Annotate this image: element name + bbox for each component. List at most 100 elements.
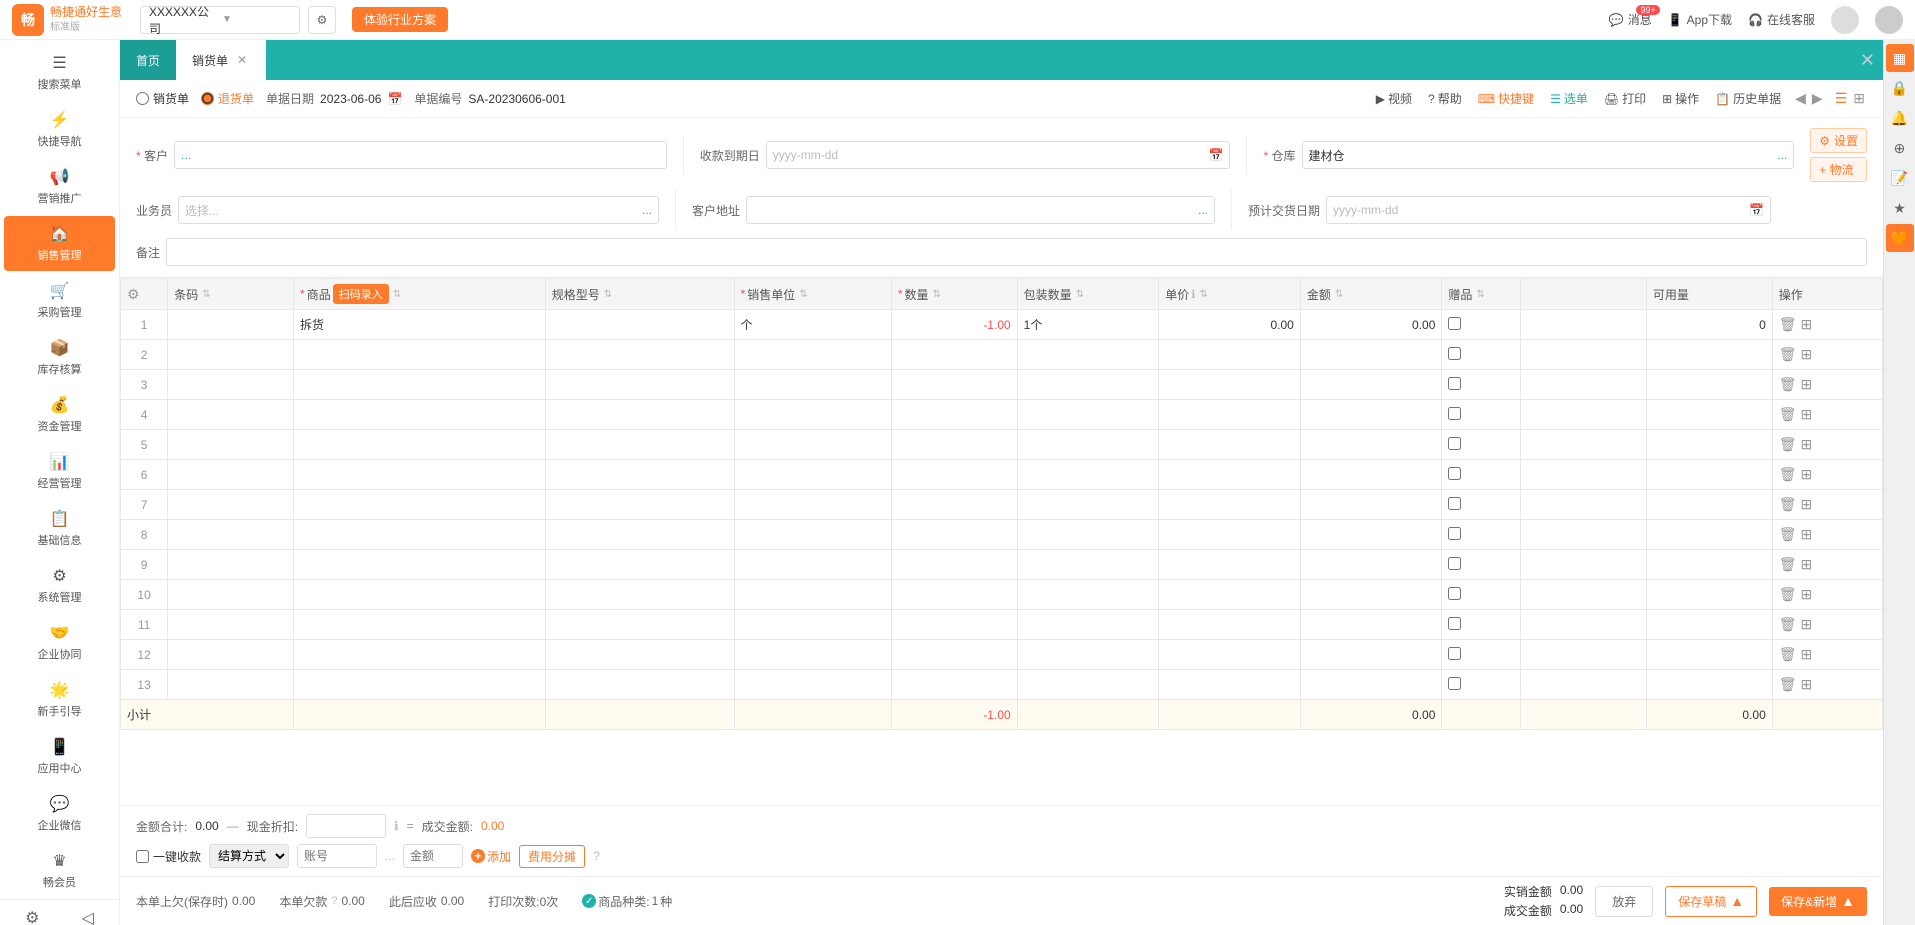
row-copy-icon[interactable]: ⊞ <box>1801 616 1813 633</box>
row-unit[interactable] <box>734 670 891 700</box>
row-product[interactable] <box>294 400 546 430</box>
row-amount[interactable] <box>1300 640 1442 670</box>
row-gift[interactable] <box>1442 460 1521 490</box>
row-copy-icon[interactable]: ⊞ <box>1801 586 1813 603</box>
row-unit[interactable] <box>734 460 891 490</box>
app-download-button[interactable]: 📱 App下载 <box>1668 11 1732 28</box>
row-product[interactable] <box>294 460 546 490</box>
row-gift[interactable] <box>1442 610 1521 640</box>
gift-checkbox[interactable] <box>1448 527 1461 540</box>
sidebar-item-basic-info[interactable]: 📋 基础信息 <box>4 501 115 556</box>
pkg-sort-icon[interactable]: ⇅ <box>1076 289 1084 300</box>
row-unit[interactable] <box>734 340 891 370</box>
gift-checkbox[interactable] <box>1448 617 1461 630</box>
row-amount[interactable]: 0.00 <box>1300 310 1442 340</box>
unit-price-info-icon[interactable]: ℹ <box>1191 288 1195 301</box>
row-product[interactable] <box>294 580 546 610</box>
product-type-link[interactable]: ✓ 商品种类: 1 种 <box>582 893 672 910</box>
row-copy-icon[interactable]: ⊞ <box>1801 466 1813 483</box>
row-gift[interactable] <box>1442 670 1521 700</box>
unit-sort-icon[interactable]: ⇅ <box>799 289 807 300</box>
grid-view-icon[interactable]: ⊞ <box>1851 88 1867 109</box>
row-note[interactable] <box>1521 490 1647 520</box>
setup-button[interactable]: ⚙ 设置 <box>1810 128 1867 153</box>
row-barcode[interactable] <box>168 640 294 670</box>
row-note[interactable] <box>1521 520 1647 550</box>
calendar-icon[interactable]: 📅 <box>387 92 402 106</box>
row-qty[interactable] <box>891 340 1017 370</box>
row-gift[interactable] <box>1442 400 1521 430</box>
customer-address-input[interactable]: ... <box>746 196 1215 224</box>
row-copy-icon[interactable]: ⊞ <box>1801 646 1813 663</box>
row-amount[interactable] <box>1300 490 1442 520</box>
row-pkg-qty[interactable] <box>1017 370 1159 400</box>
row-gift[interactable] <box>1442 340 1521 370</box>
row-amount[interactable] <box>1300 460 1442 490</box>
row-pkg-qty[interactable]: 1个 <box>1017 310 1159 340</box>
row-unit-price[interactable] <box>1159 580 1301 610</box>
tab-sales-order[interactable]: 销货单 ✕ <box>176 40 266 80</box>
row-unit-price[interactable] <box>1159 430 1301 460</box>
cash-discount-info-icon[interactable]: ℹ <box>394 819 399 833</box>
row-copy-icon[interactable]: ⊞ <box>1801 526 1813 543</box>
row-qty[interactable] <box>891 370 1017 400</box>
remarks-input[interactable] <box>166 238 1867 266</box>
row-amount[interactable] <box>1300 520 1442 550</box>
expected-delivery-calendar-icon[interactable]: 📅 <box>1749 203 1764 217</box>
account-input[interactable] <box>297 844 377 868</box>
save-new-arrow-icon[interactable]: ▲ <box>1841 893 1855 909</box>
row-pkg-qty[interactable] <box>1017 520 1159 550</box>
row-pkg-qty[interactable] <box>1017 640 1159 670</box>
row-qty[interactable]: -1.00 <box>891 310 1017 340</box>
row-gift[interactable] <box>1442 580 1521 610</box>
gift-checkbox[interactable] <box>1448 557 1461 570</box>
gift-checkbox[interactable] <box>1448 497 1461 510</box>
row-gift[interactable] <box>1442 520 1521 550</box>
right-panel-btn-4[interactable]: ⊕ <box>1886 134 1914 162</box>
customer-address-dots[interactable]: ... <box>1198 203 1208 217</box>
row-barcode[interactable] <box>168 310 294 340</box>
row-barcode[interactable] <box>168 580 294 610</box>
row-unit[interactable] <box>734 430 891 460</box>
gift-checkbox[interactable] <box>1448 647 1461 660</box>
row-barcode[interactable] <box>168 340 294 370</box>
amount-input[interactable] <box>403 844 463 868</box>
row-qty[interactable] <box>891 490 1017 520</box>
sidebar-item-system[interactable]: ⚙ 系统管理 <box>4 558 115 613</box>
right-panel-btn-1[interactable]: ▦ <box>1886 44 1914 72</box>
row-copy-icon[interactable]: ⊞ <box>1801 436 1813 453</box>
row-amount[interactable] <box>1300 400 1442 430</box>
row-product[interactable] <box>294 610 546 640</box>
row-spec[interactable] <box>545 430 734 460</box>
row-amount[interactable] <box>1300 580 1442 610</box>
row-product[interactable] <box>294 640 546 670</box>
list-view-icon[interactable]: ☰ <box>1833 88 1850 109</box>
sidebar-item-sales[interactable]: 🏠 销售管理 <box>4 216 115 271</box>
row-product[interactable] <box>294 520 546 550</box>
add-payment-button[interactable]: + 添加 <box>471 848 511 865</box>
settlement-method-select[interactable]: 结算方式 <box>209 844 289 868</box>
row-amount[interactable] <box>1300 670 1442 700</box>
row-product[interactable] <box>294 550 546 580</box>
row-unit[interactable] <box>734 520 891 550</box>
print-btn[interactable]: 🖨 打印 <box>1600 88 1650 109</box>
prev-icon[interactable]: ◀ <box>1793 88 1808 109</box>
row-pkg-qty[interactable] <box>1017 340 1159 370</box>
row-delete-icon[interactable]: 🗑 <box>1779 436 1797 453</box>
customer-dots[interactable]: ... <box>181 148 191 162</box>
row-qty[interactable] <box>891 460 1017 490</box>
row-note[interactable] <box>1521 370 1647 400</box>
row-delete-icon[interactable]: 🗑 <box>1779 376 1797 393</box>
row-spec[interactable] <box>545 370 734 400</box>
right-panel-btn-3[interactable]: 🔔 <box>1886 104 1914 132</box>
row-unit-price[interactable] <box>1159 550 1301 580</box>
sidebar-item-member[interactable]: ♛ 畅会员 <box>4 843 115 898</box>
row-unit[interactable]: 个 <box>734 310 891 340</box>
row-note[interactable] <box>1521 550 1647 580</box>
row-spec[interactable] <box>545 400 734 430</box>
row-delete-icon[interactable]: 🗑 <box>1779 406 1797 423</box>
row-delete-icon[interactable]: 🗑 <box>1779 616 1797 633</box>
row-spec[interactable] <box>545 340 734 370</box>
sidebar-item-inventory[interactable]: 📦 库存核算 <box>4 330 115 385</box>
row-qty[interactable] <box>891 520 1017 550</box>
